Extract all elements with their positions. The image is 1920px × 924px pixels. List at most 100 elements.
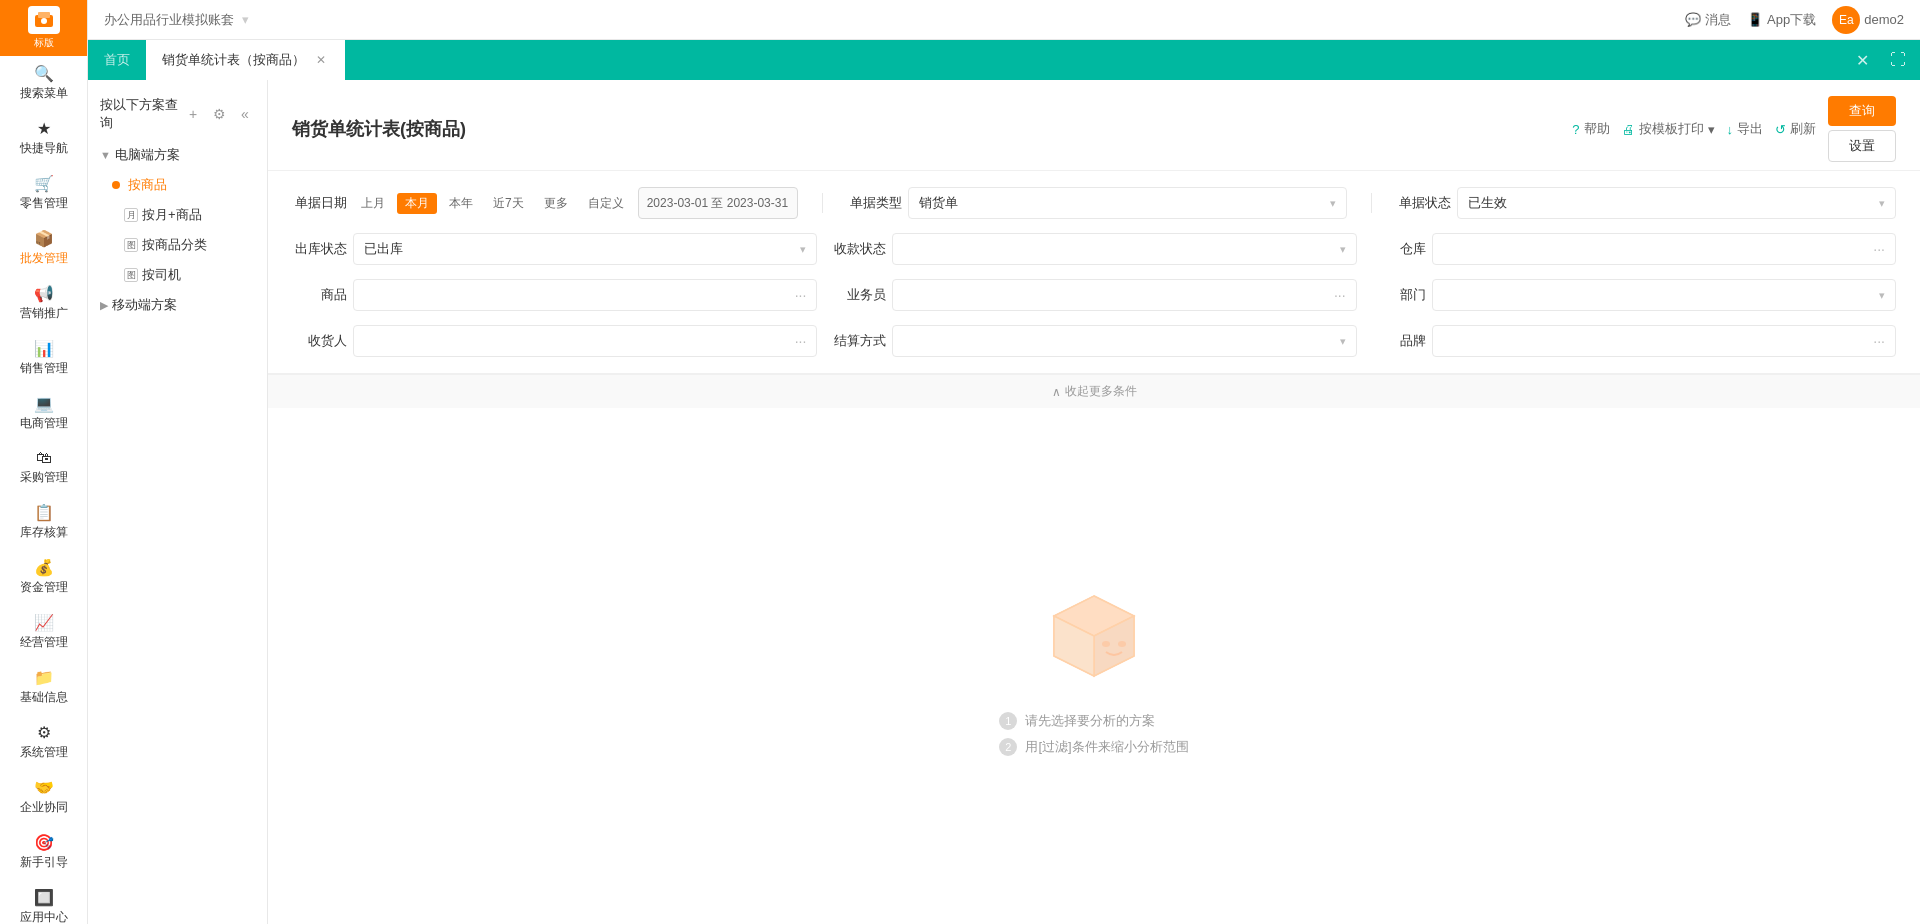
date-shortcut-7days[interactable]: 近7天 (485, 193, 532, 214)
sidebar-item-sales[interactable]: 📊 销售管理 (0, 331, 88, 386)
tree-item-mobile[interactable]: ▶ 移动端方案 (88, 290, 267, 320)
date-shortcut-custom[interactable]: 自定义 (580, 193, 632, 214)
receiptstatus-input[interactable]: ▾ (892, 233, 1356, 265)
wholesale-icon: 📦 (34, 229, 54, 248)
date-shortcut-more[interactable]: 更多 (536, 193, 576, 214)
tab-report-label: 销货单统计表（按商品） (162, 51, 305, 69)
message-icon: 💬 (1685, 12, 1701, 27)
settings-button[interactable]: 设置 (1828, 130, 1896, 162)
goods-input[interactable]: ··· (353, 279, 817, 311)
sidebar-label-apps: 应用中心 (20, 909, 68, 924)
tree-item-by-month-goods[interactable]: 月 按月+商品 (88, 200, 267, 230)
sidebar-item-apps[interactable]: 🔲 应用中心 (0, 880, 88, 924)
marketing-icon: 📢 (34, 284, 54, 303)
query-button[interactable]: 查询 (1828, 96, 1896, 126)
sidebar-item-retail[interactable]: 🛒 零售管理 (0, 166, 88, 221)
sidebar-item-finance[interactable]: 💰 资金管理 (0, 550, 88, 605)
tree-item-pc[interactable]: ▼ 电脑端方案 (88, 140, 267, 170)
avatar-text: Ea (1839, 13, 1854, 27)
warehouse-input[interactable]: ··· (1432, 233, 1896, 265)
sidebar-item-marketing[interactable]: 📢 营销推广 (0, 276, 88, 331)
finance-icon: 💰 (34, 558, 54, 577)
sidebar-item-search[interactable]: 🔍 搜索菜单 (0, 56, 88, 111)
consignee-label: 收货人 (292, 332, 347, 350)
refresh-icon: ↺ (1775, 122, 1786, 137)
svg-rect-1 (38, 12, 50, 18)
page-header: 销货单统计表(按商品) ? 帮助 🖨 按模板打印 ▾ ↓ 导出 (268, 80, 1920, 171)
sidebar-label-operations: 经营管理 (20, 634, 68, 651)
collapse-bar[interactable]: ∧ 收起更多条件 (268, 374, 1920, 408)
expand-icon: ▼ (100, 149, 111, 161)
sidebar-label-basic: 基础信息 (20, 689, 68, 706)
system-icon: ⚙ (37, 723, 51, 742)
date-field-label: 单据日期 (292, 194, 347, 212)
logo-icon (28, 6, 60, 34)
warehouse-label: 仓库 (1371, 240, 1426, 258)
sidebar-label-system: 系统管理 (20, 744, 68, 761)
filter-sidebar: 按以下方案查询 + ⚙ « ▼ 电脑端方案 按商品 月 按月+商品 (88, 80, 268, 924)
sidebar-item-inventory[interactable]: 📋 库存核算 (0, 495, 88, 550)
tree-item-by-category[interactable]: 图 按商品分类 (88, 230, 267, 260)
tab-report[interactable]: 销货单统计表（按商品） ✕ (146, 40, 345, 80)
tab-close-button[interactable]: ✕ (313, 52, 329, 68)
main-content: 销货单统计表(按商品) ? 帮助 🖨 按模板打印 ▾ ↓ 导出 (268, 80, 1920, 924)
export-button[interactable]: ↓ 导出 (1727, 120, 1764, 138)
tab-close-all-button[interactable]: ✕ (1848, 46, 1876, 74)
dept-label: 部门 (1371, 286, 1426, 304)
sidebar-item-quick[interactable]: ★ 快捷导航 (0, 111, 88, 166)
scheme-settings-button[interactable]: ⚙ (209, 104, 229, 124)
sidebar-label-retail: 零售管理 (20, 195, 68, 212)
sidebar-item-basic[interactable]: 📁 基础信息 (0, 660, 88, 715)
sidebar-item-guide[interactable]: 🎯 新手引导 (0, 825, 88, 880)
salesperson-input[interactable]: ··· (892, 279, 1356, 311)
tab-expand-button[interactable]: ⛶ (1884, 46, 1912, 74)
type-dropdown-arrow: ▾ (1330, 197, 1336, 210)
print-button[interactable]: 🖨 按模板打印 ▾ (1622, 120, 1715, 138)
date-shortcut-this-month[interactable]: 本月 (397, 193, 437, 214)
filter-row-3: 商品 ··· 业务员 ··· 部门 (292, 279, 1896, 311)
dept-input[interactable]: ▾ (1432, 279, 1896, 311)
collapse-sidebar-button[interactable]: « (235, 104, 255, 124)
tree-item-by-goods[interactable]: 按商品 (88, 170, 267, 200)
apps-icon: 🔲 (34, 888, 54, 907)
date-shortcut-this-year[interactable]: 本年 (441, 193, 481, 214)
consignee-input[interactable]: ··· (353, 325, 817, 357)
status-field-value: 已生效 (1468, 194, 1507, 212)
add-scheme-button[interactable]: + (183, 104, 203, 124)
brand-input[interactable]: ··· (1432, 325, 1896, 357)
date-shortcut-last-month[interactable]: 上月 (353, 193, 393, 214)
divider-2 (1371, 193, 1372, 213)
dropdown-arrow[interactable]: ▾ (242, 12, 249, 27)
help-button[interactable]: ? 帮助 (1572, 120, 1609, 138)
message-button[interactable]: 💬 消息 (1685, 11, 1731, 29)
sidebar-label-inventory: 库存核算 (20, 524, 68, 541)
sales-icon: 📊 (34, 339, 54, 358)
user-menu-button[interactable]: Ea demo2 (1832, 6, 1904, 34)
brand-label: 品牌 (1371, 332, 1426, 350)
payment-input[interactable]: ▾ (892, 325, 1356, 357)
logo-svg (33, 9, 55, 31)
tree-item-by-driver[interactable]: 图 按司机 (88, 260, 267, 290)
empty-tips: 1 请先选择要分析的方案 2 用[过滤]条件来缩小分析范围 (999, 712, 1188, 756)
goods-dots: ··· (795, 287, 807, 303)
tab-home[interactable]: 首页 (88, 40, 146, 80)
sidebar-label-marketing: 营销推广 (20, 305, 68, 322)
sidebar-item-purchase[interactable]: 🛍 采购管理 (0, 441, 88, 495)
type-field-input[interactable]: 销货单 ▾ (908, 187, 1347, 219)
salesperson-dots: ··· (1334, 287, 1346, 303)
type-field-label: 单据类型 (847, 194, 902, 212)
sidebar-item-operations[interactable]: 📈 经营管理 (0, 605, 88, 660)
tip-num-2: 2 (999, 738, 1017, 756)
app-download-button[interactable]: 📱 App下载 (1747, 11, 1816, 29)
status-field-input[interactable]: 已生效 ▾ (1457, 187, 1896, 219)
print-dropdown-arrow[interactable]: ▾ (1708, 122, 1715, 137)
help-label: 帮助 (1584, 120, 1610, 138)
sidebar-item-ecommerce[interactable]: 💻 电商管理 (0, 386, 88, 441)
tree-label-by-goods: 按商品 (128, 176, 167, 194)
outstatus-input[interactable]: 已出库 ▾ (353, 233, 817, 265)
sidebar-item-wholesale[interactable]: 📦 批发管理 (0, 221, 88, 276)
sidebar-item-system[interactable]: ⚙ 系统管理 (0, 715, 88, 770)
sidebar-item-collab[interactable]: 🤝 企业协同 (0, 770, 88, 825)
refresh-button[interactable]: ↺ 刷新 (1775, 120, 1816, 138)
date-range-input[interactable]: 2023-03-01 至 2023-03-31 (638, 187, 798, 219)
